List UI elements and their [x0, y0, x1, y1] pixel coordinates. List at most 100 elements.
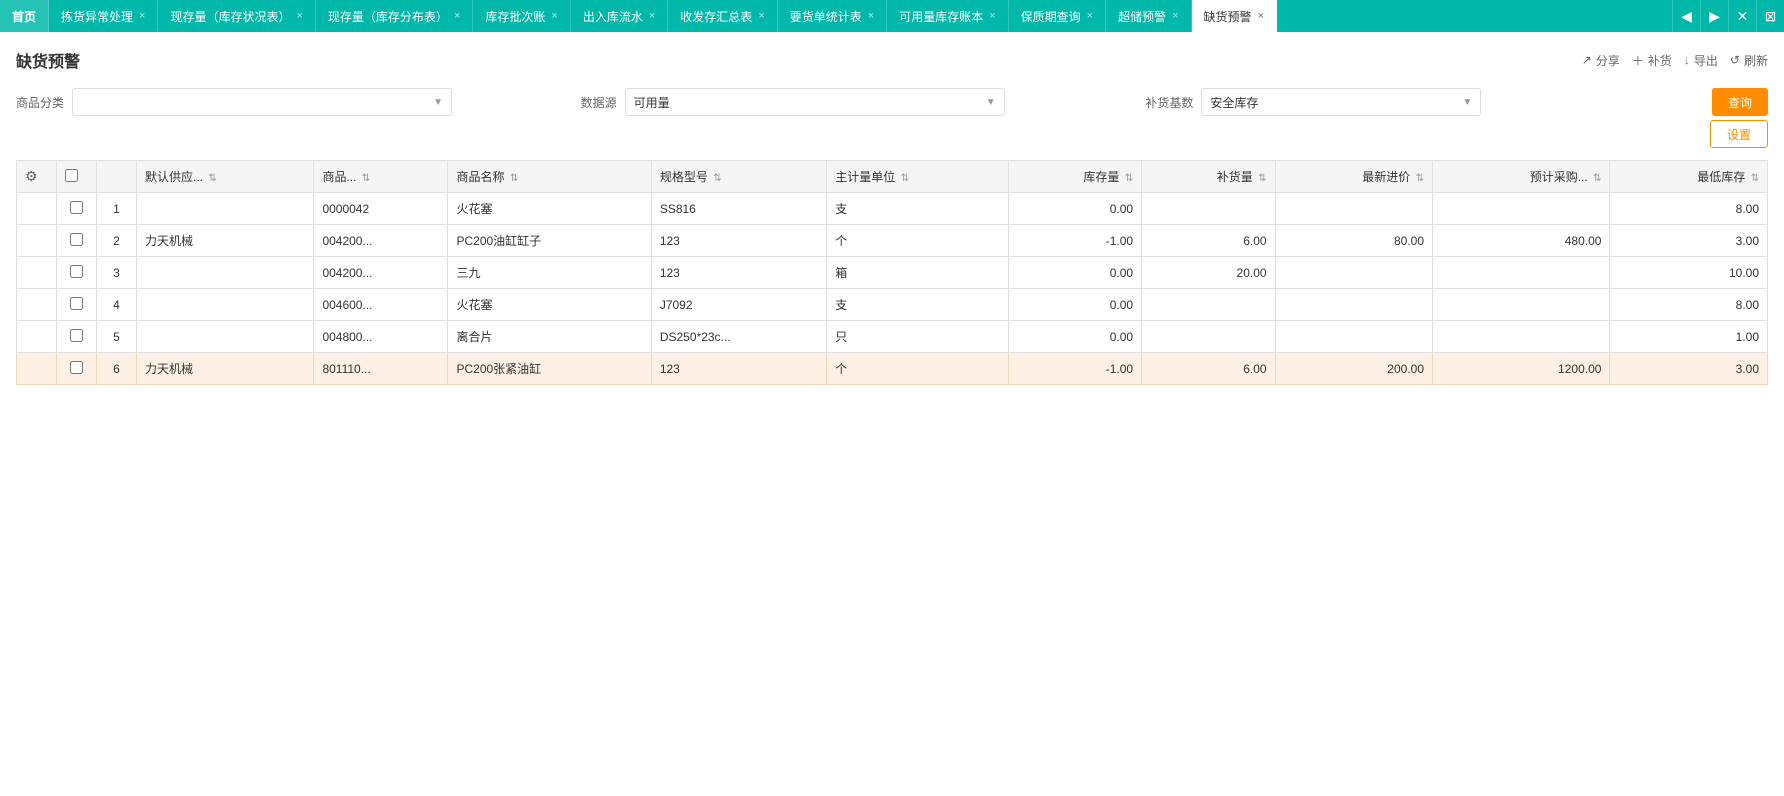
- replenish-icon: ＋: [1632, 52, 1644, 69]
- sort-icon[interactable]: ⇅: [713, 173, 721, 184]
- td-goods-code-4: 004800...: [314, 321, 448, 353]
- sort-icon[interactable]: ⇅: [510, 173, 518, 184]
- row-checkbox-3[interactable]: [70, 297, 83, 310]
- sort-icon[interactable]: ⇅: [1593, 173, 1601, 184]
- datasource-select[interactable]: 可用量 ▼: [625, 88, 1005, 116]
- td-latest-price-3: [1275, 289, 1432, 321]
- td-min-stock-4: 1.00: [1610, 321, 1768, 353]
- sort-icon[interactable]: ⇅: [901, 173, 909, 184]
- tab-home-label: 首页: [12, 8, 36, 25]
- td-goods-name-0: 火花塞: [448, 193, 651, 225]
- nav-close-all-button[interactable]: ⊠: [1756, 0, 1784, 32]
- query-button[interactable]: 查询: [1712, 88, 1768, 116]
- close-icon[interactable]: ×: [454, 10, 460, 22]
- tab-batch[interactable]: 库存批次账 ×: [473, 0, 570, 32]
- td-supplier-3: [137, 289, 314, 321]
- td-est-purchase-0: [1433, 193, 1610, 225]
- tab-stock-dist-label: 现存量（库存分布表）: [328, 8, 448, 25]
- th-spec-label: 规格型号: [660, 170, 708, 184]
- close-icon[interactable]: ×: [989, 10, 995, 22]
- sort-icon[interactable]: ⇅: [208, 173, 216, 184]
- datasource-filter-label: 数据源: [581, 94, 617, 111]
- tab-shortage-label: 缺货预警: [1204, 8, 1252, 25]
- tab-receipt[interactable]: 收发存汇总表 ×: [668, 0, 777, 32]
- th-goods-code-label: 商品...: [322, 170, 356, 184]
- share-label: 分享: [1596, 52, 1620, 69]
- table-header-row: ⚙ 默认供应... ⇅ 商品... ⇅ 商品名称 ⇅: [17, 161, 1768, 193]
- tab-inout[interactable]: 出入库流水 ×: [571, 0, 668, 32]
- nav-next-button[interactable]: ▶: [1700, 0, 1728, 32]
- td-spec-1: 123: [651, 225, 826, 257]
- row-checkbox-4[interactable]: [70, 329, 83, 342]
- tab-shortage[interactable]: 缺货预警 ×: [1192, 0, 1277, 32]
- tab-available[interactable]: 可用量库存账本 ×: [887, 0, 1008, 32]
- nav-close-current-button[interactable]: ✕: [1728, 0, 1756, 32]
- tab-stock-status-label: 现存量（库存状况表）: [170, 8, 290, 25]
- chevron-down-icon: ▼: [433, 97, 443, 108]
- close-icon[interactable]: ×: [758, 10, 764, 22]
- replenish-base-filter-group: 补货基数 安全库存 ▼: [1145, 88, 1694, 116]
- close-icon[interactable]: ×: [551, 10, 557, 22]
- close-icon[interactable]: ×: [649, 10, 655, 22]
- td-row-num-3: 4: [97, 289, 137, 321]
- sort-icon[interactable]: ⇅: [1751, 173, 1759, 184]
- close-icon[interactable]: ×: [1172, 10, 1178, 22]
- row-checkbox-1[interactable]: [70, 233, 83, 246]
- sort-icon[interactable]: ⇅: [1258, 173, 1266, 184]
- tab-home[interactable]: 首页: [0, 0, 49, 32]
- row-checkbox-2[interactable]: [70, 265, 83, 278]
- td-supplier-5: 力天机械: [137, 353, 314, 385]
- row-checkbox-5[interactable]: [70, 361, 83, 374]
- td-unit-2: 箱: [827, 257, 1008, 289]
- td-goods-code-0: 0000042: [314, 193, 448, 225]
- tab-expiry[interactable]: 保质期查询 ×: [1009, 0, 1106, 32]
- table-settings-icon[interactable]: ⚙: [25, 168, 38, 184]
- main-content: 缺货预警 ↗ 分享 ＋ 补货 ↓ 导出 ↺ 刷新 商品分类: [0, 32, 1784, 796]
- select-all-checkbox[interactable]: [65, 169, 78, 182]
- tab-stock-dist[interactable]: 现存量（库存分布表） ×: [316, 0, 473, 32]
- export-button[interactable]: ↓ 导出: [1684, 52, 1718, 69]
- td-min-stock-2: 10.00: [1610, 257, 1768, 289]
- close-icon[interactable]: ×: [296, 10, 302, 22]
- tab-overstock[interactable]: 超储预警 ×: [1106, 0, 1191, 32]
- close-icon[interactable]: ×: [1258, 10, 1264, 22]
- header-actions: ↗ 分享 ＋ 补货 ↓ 导出 ↺ 刷新: [1582, 52, 1768, 69]
- td-replenish-1: 6.00: [1142, 225, 1275, 257]
- replenish-base-value: 安全库存: [1210, 94, 1258, 111]
- tab-order-stat[interactable]: 要货单统计表 ×: [778, 0, 887, 32]
- td-replenish-0: [1142, 193, 1275, 225]
- export-label: 导出: [1694, 52, 1718, 69]
- table-row: 1 0000042 火花塞 SS816 支 0.00 8.00: [17, 193, 1768, 225]
- th-supplier-label: 默认供应...: [145, 170, 203, 184]
- page-title: 缺货预警: [16, 48, 1582, 72]
- category-select[interactable]: ▼: [72, 88, 452, 116]
- sort-icon[interactable]: ⇅: [1125, 173, 1133, 184]
- close-icon[interactable]: ×: [1087, 10, 1093, 22]
- close-icon[interactable]: ×: [139, 10, 145, 22]
- td-est-purchase-5: 1200.00: [1433, 353, 1610, 385]
- sort-icon[interactable]: ⇅: [1416, 173, 1424, 184]
- tab-abnormal[interactable]: 拣货异常处理 ×: [49, 0, 158, 32]
- sort-icon[interactable]: ⇅: [362, 173, 370, 184]
- td-stock-3: 0.00: [1008, 289, 1141, 321]
- th-goods-name-label: 商品名称: [456, 170, 504, 184]
- td-goods-code-5: 801110...: [314, 353, 448, 385]
- td-goods-name-3: 火花塞: [448, 289, 651, 321]
- share-button[interactable]: ↗ 分享: [1582, 52, 1620, 69]
- td-settings-5: [17, 353, 57, 385]
- th-min-stock: 最低库存 ⇅: [1610, 161, 1768, 193]
- th-settings: ⚙: [17, 161, 57, 193]
- refresh-button[interactable]: ↺ 刷新: [1730, 52, 1768, 69]
- td-spec-3: J7092: [651, 289, 826, 321]
- td-replenish-5: 6.00: [1142, 353, 1275, 385]
- replenish-button[interactable]: ＋ 补货: [1632, 52, 1672, 69]
- th-min-stock-label: 最低库存: [1697, 170, 1745, 184]
- tab-stock-status[interactable]: 现存量（库存状况表） ×: [158, 0, 315, 32]
- td-min-stock-0: 8.00: [1610, 193, 1768, 225]
- row-checkbox-0[interactable]: [70, 201, 83, 214]
- replenish-base-select[interactable]: 安全库存 ▼: [1201, 88, 1481, 116]
- td-row-num-0: 1: [97, 193, 137, 225]
- nav-prev-button[interactable]: ◀: [1672, 0, 1700, 32]
- close-icon[interactable]: ×: [868, 10, 874, 22]
- settings-button[interactable]: 设置: [1710, 120, 1768, 148]
